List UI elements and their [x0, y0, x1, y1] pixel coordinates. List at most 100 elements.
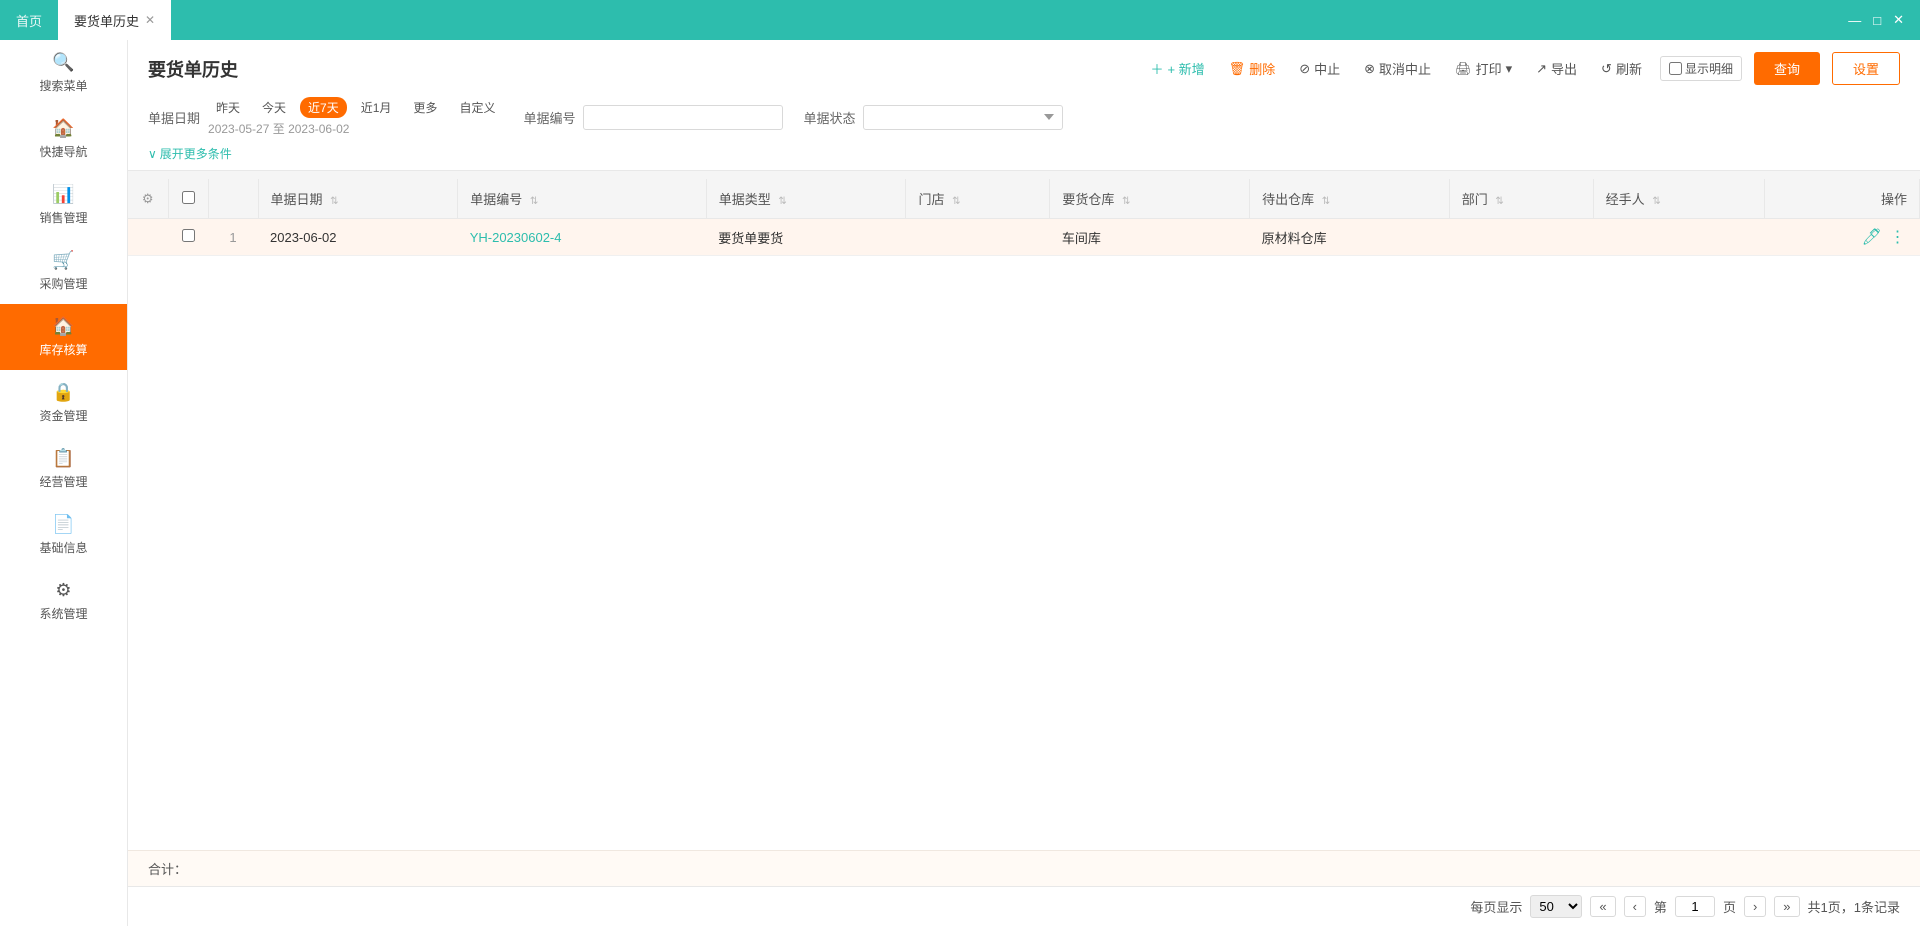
page-number-input[interactable]: [1675, 896, 1715, 917]
row-num: 1: [229, 230, 236, 245]
sidebar-item-quick-nav-label: 快捷导航: [39, 143, 87, 160]
sidebar-item-basic-info-label: 基础信息: [39, 539, 87, 556]
maximize-icon[interactable]: □: [1873, 13, 1881, 28]
tab-home-label: 首页: [16, 11, 42, 30]
row-date: 2023-06-02: [270, 230, 337, 245]
date-chip-7days[interactable]: 近7天: [300, 97, 347, 118]
data-table: ⚙ 单据日期 ⇅ 单据编号 ⇅: [128, 179, 1920, 256]
per-page-select[interactable]: 20 50 100: [1530, 895, 1582, 918]
expand-more-button[interactable]: ∨ 展开更多条件: [148, 145, 1900, 170]
row-doc-type: 要货单要货: [718, 231, 783, 246]
sidebar-item-inventory-calc[interactable]: 🏠 库存核算: [0, 304, 127, 370]
sidebar-item-basic-info[interactable]: 📄 基础信息: [0, 502, 127, 568]
select-all-checkbox[interactable]: [182, 191, 195, 204]
th-date: 单据日期 ⇅: [258, 179, 458, 219]
prev-page-button[interactable]: ‹: [1624, 896, 1646, 917]
sidebar-item-search-menu-label: 搜索菜单: [39, 77, 87, 94]
next-page-button[interactable]: ›: [1744, 896, 1766, 917]
page-suffix-label: 页: [1723, 897, 1736, 916]
sort-department-icon[interactable]: ⇅: [1495, 196, 1503, 207]
date-filter-group: 单据日期 昨天 今天 近7天 近1月 更多 自定义 2023-05-27 至 2…: [148, 97, 503, 137]
print-button-label: 打印: [1476, 59, 1502, 78]
top-bar: 首页 要货单历史 ✕ — □ ✕: [0, 0, 1920, 40]
th-store-label: 门店: [918, 192, 944, 207]
summary-label: 合计：: [148, 862, 187, 877]
new-button[interactable]: ＋ + 新增: [1144, 55, 1210, 82]
delete-icon: 🗑: [1229, 61, 1246, 77]
date-chip-custom[interactable]: 自定义: [451, 97, 503, 118]
sidebar-item-finance-mgmt[interactable]: 🔒 资金管理: [0, 370, 127, 436]
sidebar-item-ops-mgmt[interactable]: 📋 经营管理: [0, 436, 127, 502]
row-edit-icon[interactable]: 🖊: [1862, 229, 1882, 246]
query-button[interactable]: 查询: [1754, 52, 1820, 85]
sidebar-item-sales-mgmt[interactable]: 📊 销售管理: [0, 172, 127, 238]
sidebar-item-quick-nav[interactable]: 🏠 快捷导航: [0, 106, 127, 172]
suspend-button-label: 中止: [1314, 59, 1340, 78]
close-icon[interactable]: ✕: [145, 13, 155, 27]
sort-doc-type-icon[interactable]: ⇅: [778, 196, 786, 207]
sidebar-item-system-mgmt[interactable]: ⚙ 系统管理: [0, 568, 127, 634]
row-more-icon[interactable]: ⋮: [1890, 229, 1906, 246]
sort-date-icon[interactable]: ⇅: [330, 196, 338, 207]
setting-button[interactable]: 设置: [1832, 52, 1900, 85]
sidebar-item-system-mgmt-label: 系统管理: [39, 605, 87, 622]
settings-icon[interactable]: ⚙: [140, 191, 156, 207]
pagination-bar: 每页显示 20 50 100 « ‹ 第 页 › » 共1页，1条记录: [128, 886, 1920, 926]
export-icon: ↗: [1536, 61, 1547, 77]
status-select[interactable]: [863, 105, 1063, 130]
th-doc-no-label: 单据编号: [470, 192, 522, 207]
print-dropdown-icon: ▾: [1506, 61, 1513, 77]
date-chip-more[interactable]: 更多: [405, 97, 445, 118]
chevron-down-icon: ∨: [148, 147, 157, 161]
sidebar-item-search-menu[interactable]: 🔍 搜索菜单: [0, 40, 127, 106]
table-container: ⚙ 单据日期 ⇅ 单据编号 ⇅: [128, 179, 1920, 850]
refresh-button[interactable]: ↺ 刷新: [1595, 55, 1648, 82]
status-filter-group: 单据状态: [803, 105, 1063, 130]
sort-store-icon[interactable]: ⇅: [952, 196, 960, 207]
date-chip-yesterday[interactable]: 昨天: [208, 97, 248, 118]
export-button[interactable]: ↗ 导出: [1530, 55, 1583, 82]
display-detail-checkbox[interactable]: [1669, 62, 1682, 75]
sidebar-item-finance-mgmt-label: 资金管理: [39, 407, 87, 424]
row-doc-no-cell: YH-20230602-4: [458, 219, 707, 256]
finance-icon: 🔒: [52, 382, 74, 403]
add-icon: ＋: [1150, 59, 1163, 78]
doc-no-filter-group: 单据编号: [523, 105, 783, 130]
inventory-icon: 🏠: [52, 316, 74, 337]
first-page-button[interactable]: «: [1590, 896, 1615, 917]
sort-pending-warehouse-icon[interactable]: ⇅: [1322, 196, 1330, 207]
row-checkbox[interactable]: [182, 229, 195, 242]
display-detail-button[interactable]: 显示明细: [1660, 56, 1742, 81]
th-pending-warehouse: 待出仓库 ⇅: [1250, 179, 1450, 219]
row-num-cell: 1: [208, 219, 258, 256]
footer-summary: 合计：: [128, 850, 1920, 886]
refresh-button-label: 刷新: [1616, 59, 1642, 78]
suspend-button[interactable]: ⊘ 中止: [1293, 55, 1346, 82]
table-row: 1 2023-06-02 YH-20230602-4 要货单要货: [128, 219, 1920, 256]
th-handler: 经手人 ⇅: [1593, 179, 1765, 219]
th-date-label: 单据日期: [271, 192, 323, 207]
delete-button[interactable]: 🗑 删除: [1223, 55, 1282, 82]
purchase-icon: 🛒: [52, 250, 74, 271]
basic-info-icon: 📄: [52, 514, 74, 535]
tab-requisition-history[interactable]: 要货单历史 ✕: [58, 0, 171, 40]
sidebar-item-purchase-mgmt[interactable]: 🛒 采购管理: [0, 238, 127, 304]
last-page-button[interactable]: »: [1774, 896, 1799, 917]
row-doc-no-link[interactable]: YH-20230602-4: [470, 230, 562, 245]
close-window-icon[interactable]: ✕: [1893, 12, 1904, 28]
sort-doc-no-icon[interactable]: ⇅: [530, 196, 538, 207]
date-chip-today[interactable]: 今天: [254, 97, 294, 118]
tab-home[interactable]: 首页: [0, 0, 58, 40]
per-page-label: 每页显示: [1470, 897, 1522, 916]
th-req-warehouse-label: 要货仓库: [1062, 192, 1114, 207]
cancel-button[interactable]: ⊗ 取消中止: [1358, 55, 1437, 82]
doc-no-input[interactable]: [583, 105, 783, 130]
cancel-icon: ⊗: [1364, 61, 1375, 77]
date-chip-1month[interactable]: 近1月: [353, 97, 400, 118]
sort-req-warehouse-icon[interactable]: ⇅: [1122, 196, 1130, 207]
minimize-icon[interactable]: —: [1848, 13, 1861, 28]
print-button[interactable]: 🖨 打印 ▾: [1449, 55, 1518, 82]
window-controls: — □ ✕: [1848, 12, 1920, 28]
sort-handler-icon[interactable]: ⇅: [1652, 196, 1660, 207]
suspend-icon: ⊘: [1299, 61, 1310, 77]
